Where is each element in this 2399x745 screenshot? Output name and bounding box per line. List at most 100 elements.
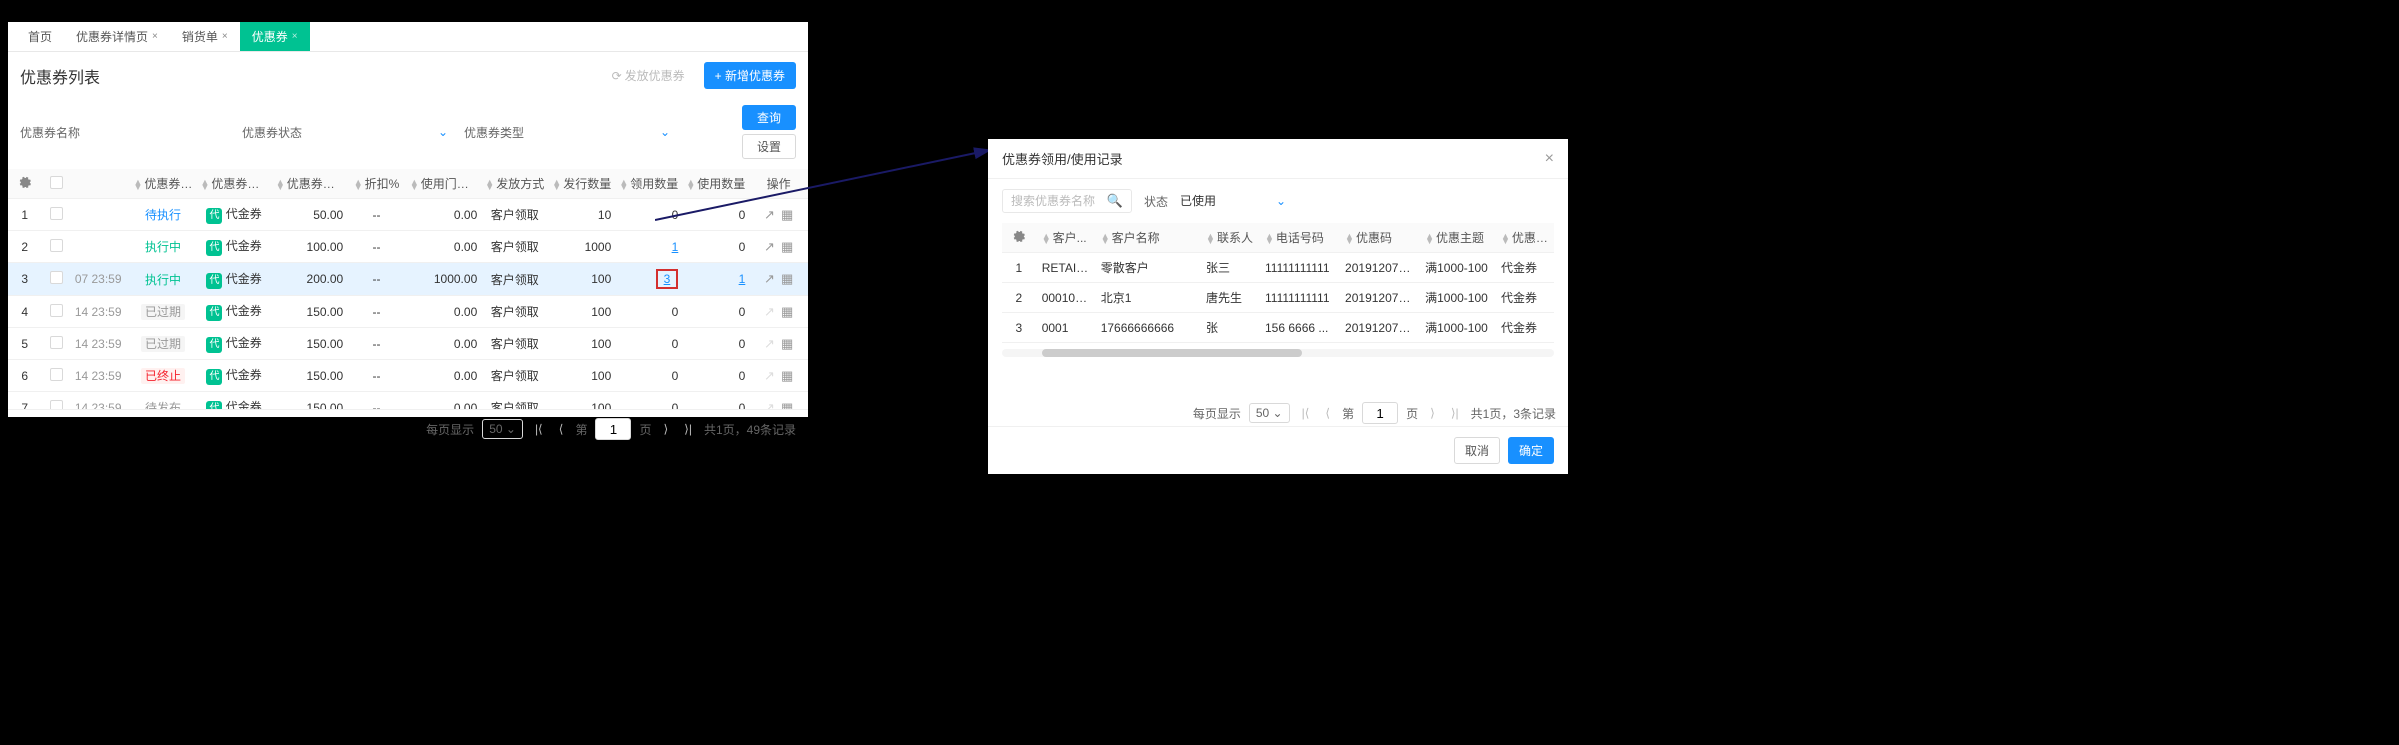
table-row[interactable]: 2执行中代 代金券100.00--0.00客户领取100010↗▦ xyxy=(8,231,808,263)
qrcode-icon[interactable]: ▦ xyxy=(781,304,793,319)
row-checkbox[interactable] xyxy=(50,400,63,410)
col-code[interactable]: ▲▼优惠码 xyxy=(1339,223,1419,253)
share-icon[interactable]: ↗ xyxy=(764,336,775,351)
first-page-button[interactable]: |⟨ xyxy=(1298,406,1314,420)
page-title: 优惠券列表 xyxy=(20,64,100,88)
qrcode-icon[interactable]: ▦ xyxy=(781,239,793,254)
status-select[interactable]: 已使用 ⌄ xyxy=(1180,192,1286,210)
coupon-name-input[interactable] xyxy=(86,120,226,144)
table-row[interactable]: 200010001北京1唐先生111111111112019120700...满… xyxy=(1002,283,1554,313)
last-page-button[interactable]: ⟩| xyxy=(680,422,696,436)
col-use[interactable]: ▲▼使用数量 xyxy=(682,169,749,199)
search-input[interactable] xyxy=(1011,194,1107,208)
tab-detail[interactable]: 优惠券详情页× xyxy=(64,22,170,51)
per-page-label: 每页显示 xyxy=(426,421,474,438)
row-checkbox[interactable] xyxy=(50,368,63,381)
col-cust-code[interactable]: ▲▼客户... xyxy=(1036,223,1095,253)
horizontal-scrollbar[interactable] xyxy=(1002,349,1554,357)
tab-coupon[interactable]: 优惠券× xyxy=(240,22,310,51)
close-icon[interactable]: × xyxy=(292,31,298,42)
first-page-button[interactable]: |⟨ xyxy=(531,422,547,436)
col-status[interactable]: ▲▼优惠券状态 xyxy=(129,169,196,199)
tab-home[interactable]: 首页 xyxy=(16,22,64,51)
share-icon[interactable]: ↗ xyxy=(764,271,775,286)
close-icon[interactable]: × xyxy=(222,31,228,42)
query-button[interactable]: 查询 xyxy=(742,105,796,130)
share-icon[interactable]: ↗ xyxy=(764,368,775,383)
qrcode-icon[interactable]: ▦ xyxy=(781,336,793,351)
page-input[interactable] xyxy=(1362,402,1398,424)
coupon-type-select[interactable]: ⌄ xyxy=(530,120,670,144)
row-checkbox[interactable] xyxy=(50,239,63,252)
coupon-badge-icon: 代 xyxy=(206,337,222,353)
col-topic[interactable]: ▲▼优惠主题 xyxy=(1419,223,1495,253)
row-checkbox[interactable] xyxy=(50,336,63,349)
prev-page-button[interactable]: ⟨ xyxy=(1321,406,1334,420)
last-page-button[interactable]: ⟩| xyxy=(1447,406,1463,420)
issue-coupon-button[interactable]: ⟳ 发放优惠券 xyxy=(601,62,696,89)
close-icon[interactable]: × xyxy=(1545,150,1554,168)
col-issue[interactable]: ▲▼发行数量 xyxy=(548,169,615,199)
checkbox-all[interactable] xyxy=(50,176,63,189)
col-gear[interactable] xyxy=(1002,223,1036,253)
use-count-link[interactable]: 1 xyxy=(739,272,746,286)
col-contact[interactable]: ▲▼联系人 xyxy=(1200,223,1259,253)
col-cust-name[interactable]: ▲▼客户名称 xyxy=(1095,223,1200,253)
share-icon[interactable]: ↗ xyxy=(764,400,775,410)
coupon-badge-icon: 代 xyxy=(206,369,222,385)
share-icon[interactable]: ↗ xyxy=(764,207,775,222)
row-checkbox[interactable] xyxy=(50,271,63,284)
col-disc[interactable]: ▲▼折扣% xyxy=(347,169,406,199)
row-checkbox[interactable] xyxy=(50,304,63,317)
qrcode-icon[interactable]: ▦ xyxy=(781,271,793,286)
prev-page-button[interactable]: ⟨ xyxy=(555,422,568,436)
col-phone[interactable]: ▲▼电话号码 xyxy=(1259,223,1339,253)
next-page-button[interactable]: ⟩ xyxy=(1426,406,1439,420)
pagination: 每页显示 50 ⌄ |⟨ ⟨ 第 页 ⟩ ⟩| 共1页，49条记录 xyxy=(8,409,808,448)
per-page-select[interactable]: 50 ⌄ xyxy=(1249,403,1290,423)
settings-button[interactable]: 设置 xyxy=(742,134,796,159)
table-row[interactable]: 1待执行代 代金券50.00--0.00客户领取1000↗▦ xyxy=(8,199,808,231)
qrcode-icon[interactable]: ▦ xyxy=(781,368,793,383)
usage-table: ▲▼客户... ▲▼客户名称 ▲▼联系人 ▲▼电话号码 ▲▼优惠码 ▲▼优惠主题… xyxy=(1002,223,1554,343)
per-page-select[interactable]: 50 ⌄ xyxy=(482,419,523,439)
qrcode-icon[interactable]: ▦ xyxy=(781,400,793,410)
gear-icon xyxy=(18,175,32,189)
col-claim[interactable]: ▲▼领用数量 xyxy=(615,169,682,199)
table-row[interactable]: 3000117666666666张156 6666 ...201912070..… xyxy=(1002,313,1554,343)
table-row[interactable]: 1RETAIL...零散客户张三111111111112019120700...… xyxy=(1002,253,1554,283)
col-check[interactable] xyxy=(42,169,71,199)
search-icon[interactable]: 🔍 xyxy=(1107,193,1123,209)
col-type[interactable]: ▲▼优惠券类型 xyxy=(196,169,271,199)
close-icon[interactable]: × xyxy=(152,31,158,42)
search-box[interactable]: 🔍 xyxy=(1002,189,1132,213)
cancel-button[interactable]: 取消 xyxy=(1454,437,1500,464)
col-face[interactable]: ▲▼优惠券面值 xyxy=(272,169,347,199)
tab-sales[interactable]: 销货单× xyxy=(170,22,240,51)
qrcode-icon[interactable]: ▦ xyxy=(781,207,793,222)
col-ctype[interactable]: ▲▼优惠券类 xyxy=(1495,223,1554,253)
claim-count-link[interactable]: 3 xyxy=(664,272,671,286)
table-row[interactable]: 614 23:59已终止代 代金券150.00--0.00客户领取10000↗▦ xyxy=(8,360,808,392)
coupon-badge-icon: 代 xyxy=(206,401,222,409)
coupon-badge-icon: 代 xyxy=(206,208,222,224)
share-icon[interactable]: ↗ xyxy=(764,239,775,254)
confirm-button[interactable]: 确定 xyxy=(1508,437,1554,464)
table-row[interactable]: 414 23:59已过期代 代金券150.00--0.00客户领取10000↗▦ xyxy=(8,296,808,328)
filter-name-label: 优惠券名称 xyxy=(20,124,80,141)
table-row[interactable]: 514 23:59已过期代 代金券150.00--0.00客户领取10000↗▦ xyxy=(8,328,808,360)
col-thr[interactable]: ▲▼使用门槛... xyxy=(406,169,481,199)
col-gear[interactable] xyxy=(8,169,42,199)
next-page-button[interactable]: ⟩ xyxy=(659,422,672,436)
row-checkbox[interactable] xyxy=(50,207,63,220)
page-input[interactable] xyxy=(595,418,631,440)
coupon-badge-icon: 代 xyxy=(206,305,222,321)
coupon-status-select[interactable]: ⌄ xyxy=(308,120,448,144)
col-dist[interactable]: ▲▼发放方式 xyxy=(481,169,548,199)
add-coupon-button[interactable]: + 新增优惠券 xyxy=(704,62,796,89)
total-label: 共1页，49条记录 xyxy=(704,421,796,438)
claim-count-link[interactable]: 1 xyxy=(672,240,679,254)
table-row[interactable]: 307 23:59执行中代 代金券200.00--1000.00客户领取1003… xyxy=(8,263,808,296)
share-icon[interactable]: ↗ xyxy=(764,304,775,319)
table-row[interactable]: 714 23:59待发布代 代金券150.00--0.00客户领取10000↗▦ xyxy=(8,392,808,410)
